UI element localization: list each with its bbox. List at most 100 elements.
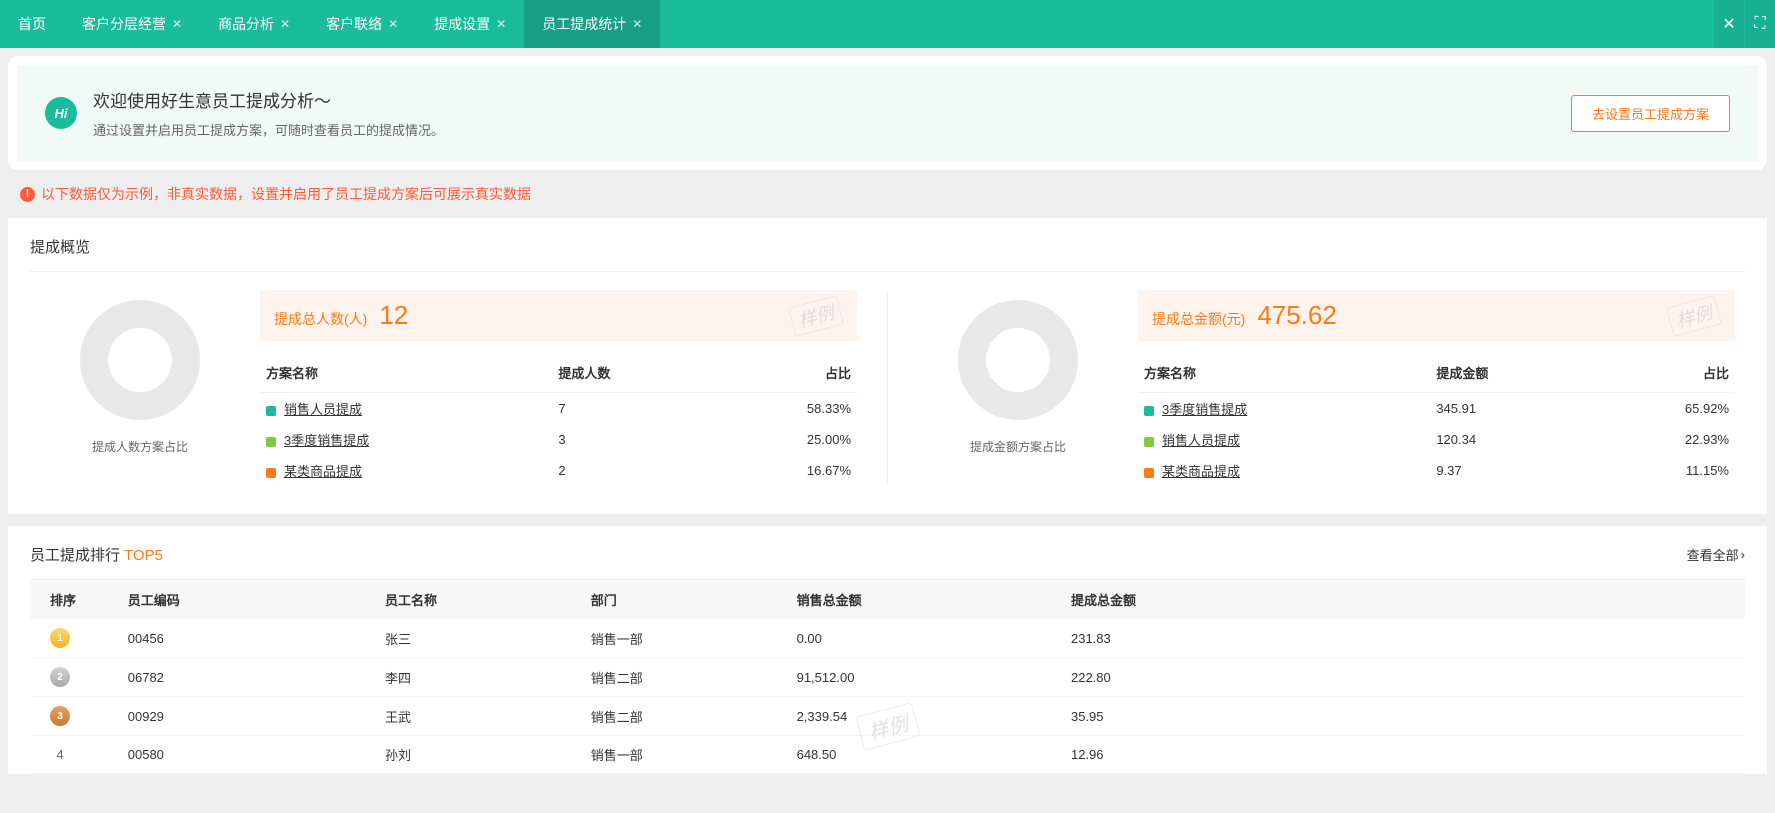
tab-close-icon[interactable]: ✕ (172, 17, 182, 31)
amount-total-label: 提成总金额(元) (1152, 309, 1245, 329)
cell-value: 120.34 (1430, 424, 1592, 455)
plan-name-link[interactable]: 某类商品提成 (1162, 464, 1240, 479)
overview-panel: 提成概览 提成人数方案占比 提成总人数(人) 12 样例 方案名称提成人数占比销… (8, 218, 1767, 514)
cell-pct: 22.93% (1593, 424, 1735, 455)
overview-amount-section: 提成金额方案占比 提成总金额(元) 475.62 样例 方案名称提成金额占比3季… (888, 290, 1745, 486)
top-tab-bar: 首页 客户分层经营 ✕ 商品分析 ✕ 客户联络 ✕ 提成设置 ✕ 员工提成统计 ✕ ✕ ⛶ (0, 0, 1775, 48)
cell: 00580 (116, 736, 373, 774)
cell: 00456 (116, 619, 373, 658)
tab-label: 员工提成统计 (542, 14, 626, 34)
expand-icon: ⛶ (1754, 15, 1765, 33)
cell: 00929 (116, 697, 373, 736)
plan-name-link[interactable]: 3季度销售提成 (1162, 402, 1247, 417)
plan-name-link[interactable]: 销售人员提成 (1162, 433, 1240, 448)
overview-people-section: 提成人数方案占比 提成总人数(人) 12 样例 方案名称提成人数占比销售人员提成… (30, 290, 888, 486)
ranking-row[interactable]: 1 00456张三销售一部0.00231.83 (30, 619, 1745, 658)
ranking-table: 排序员工编码员工名称部门销售总金额提成总金额100456张三销售一部0.0023… (30, 580, 1745, 774)
tab-close-icon[interactable]: ✕ (632, 17, 642, 31)
column-header: 销售总金额 (785, 580, 1059, 619)
chevron-right-icon: › (1741, 547, 1745, 562)
tab-label: 提成设置 (434, 14, 490, 34)
tab-5[interactable]: 员工提成统计 ✕ (524, 0, 660, 48)
close-icon: ✕ (1722, 14, 1735, 34)
tab-0[interactable]: 首页 (0, 0, 64, 48)
column-header: 部门 (579, 580, 785, 619)
legend-dot-icon (266, 437, 276, 447)
tab-label: 客户联络 (326, 14, 382, 34)
cell: 2,339.54 (785, 697, 1059, 736)
tab-4[interactable]: 提成设置 ✕ (416, 0, 524, 48)
cell: 0.00 (785, 619, 1059, 658)
tab-1[interactable]: 客户分层经营 ✕ (64, 0, 200, 48)
tab-close-icon[interactable]: ✕ (388, 17, 398, 31)
table-row: 某类商品提成 216.67% (260, 455, 857, 486)
tab-label: 客户分层经营 (82, 14, 166, 34)
column-header: 员工编码 (116, 580, 373, 619)
column-header: 方案名称 (260, 353, 552, 393)
ranking-row[interactable]: 206782李四销售二部91,512.00222.80 (30, 658, 1745, 697)
close-all-tabs-button[interactable]: ✕ (1714, 0, 1744, 48)
cell: 销售二部 (579, 658, 785, 697)
cell: 648.50 (785, 736, 1059, 774)
cell-value: 7 (552, 393, 714, 425)
cell: 91,512.00 (785, 658, 1059, 697)
amount-total-value: 475.62 (1257, 300, 1337, 331)
tab-3[interactable]: 客户联络 ✕ (308, 0, 416, 48)
tab-2[interactable]: 商品分析 ✕ (200, 0, 308, 48)
legend-dot-icon (1144, 406, 1154, 416)
sample-warning-bar: ! 以下数据仅为示例，非真实数据，设置并启用了员工提成方案后可展示真实数据 (8, 170, 1767, 218)
table-row: 销售人员提成758.33% (260, 393, 857, 425)
column-header: 方案名称 (1138, 353, 1430, 393)
top5-label: TOP5 (124, 547, 163, 564)
plan-name-link[interactable]: 销售人员提成 (284, 402, 362, 417)
cell-value: 3 (552, 424, 714, 455)
plan-name-link[interactable]: 某类商品提成 (284, 464, 362, 479)
column-header: 占比 (1593, 353, 1735, 393)
cell: 销售一部 (579, 619, 785, 658)
cell-value: 345.91 (1430, 393, 1592, 425)
tab-close-icon[interactable]: ✕ (496, 17, 506, 31)
cell: 孙刘 (373, 736, 579, 774)
setup-commission-button[interactable]: 去设置员工提成方案 (1571, 95, 1730, 132)
people-total-label: 提成总人数(人) (274, 309, 367, 329)
medal-icon: 1 (50, 628, 70, 648)
amount-plan-table: 方案名称提成金额占比3季度销售提成345.9165.92%销售人员提成120.3… (1138, 353, 1735, 486)
warning-text: 以下数据仅为示例，非真实数据，设置并启用了员工提成方案后可展示真实数据 (41, 184, 531, 204)
tab-label: 首页 (18, 14, 46, 34)
fullscreen-button[interactable]: ⛶ (1745, 0, 1775, 48)
cell: 231.83 (1059, 619, 1745, 658)
cell-pct: 16.67% (715, 455, 857, 486)
ranking-title: 员工提成排行TOP5 (30, 544, 163, 565)
people-plan-table: 方案名称提成人数占比销售人员提成758.33%3季度销售提成325.00%某类商… (260, 353, 857, 486)
legend-dot-icon (266, 406, 276, 416)
view-all-link[interactable]: 查看全部› (1687, 545, 1745, 564)
table-row: 3季度销售提成 345.9165.92% (1138, 393, 1735, 425)
cell: 销售二部 (579, 697, 785, 736)
table-row: 某类商品提成9.3711.15% (1138, 455, 1735, 486)
hi-badge-icon: Hi (45, 97, 77, 129)
cell-pct: 65.92% (1593, 393, 1735, 425)
cell: 销售一部 (579, 736, 785, 774)
cell: 222.80 (1059, 658, 1745, 697)
tab-label: 商品分析 (218, 14, 274, 34)
table-row: 销售人员提成 120.3422.93% (1138, 424, 1735, 455)
legend-dot-icon (1144, 437, 1154, 447)
legend-dot-icon (266, 468, 276, 478)
people-total-value: 12 (379, 300, 408, 331)
welcome-subtitle: 通过设置并启用员工提成方案，可随时查看员工的提成情况。 (93, 120, 444, 139)
overview-title: 提成概览 (30, 236, 1745, 272)
amount-donut-chart (958, 300, 1078, 420)
medal-icon: 3 (50, 706, 70, 726)
cell-value: 2 (552, 455, 714, 486)
people-donut-label: 提成人数方案占比 (40, 438, 240, 455)
cell: 06782 (116, 658, 373, 697)
column-header: 提成人数 (552, 353, 714, 393)
column-header: 占比 (715, 353, 857, 393)
plan-name-link[interactable]: 3季度销售提成 (284, 433, 369, 448)
medal-icon: 2 (50, 667, 70, 687)
cell: 张三 (373, 619, 579, 658)
sample-stamp-icon: 样例 (788, 295, 844, 337)
cell-pct: 25.00% (715, 424, 857, 455)
tab-close-icon[interactable]: ✕ (280, 17, 290, 31)
legend-dot-icon (1144, 468, 1154, 478)
